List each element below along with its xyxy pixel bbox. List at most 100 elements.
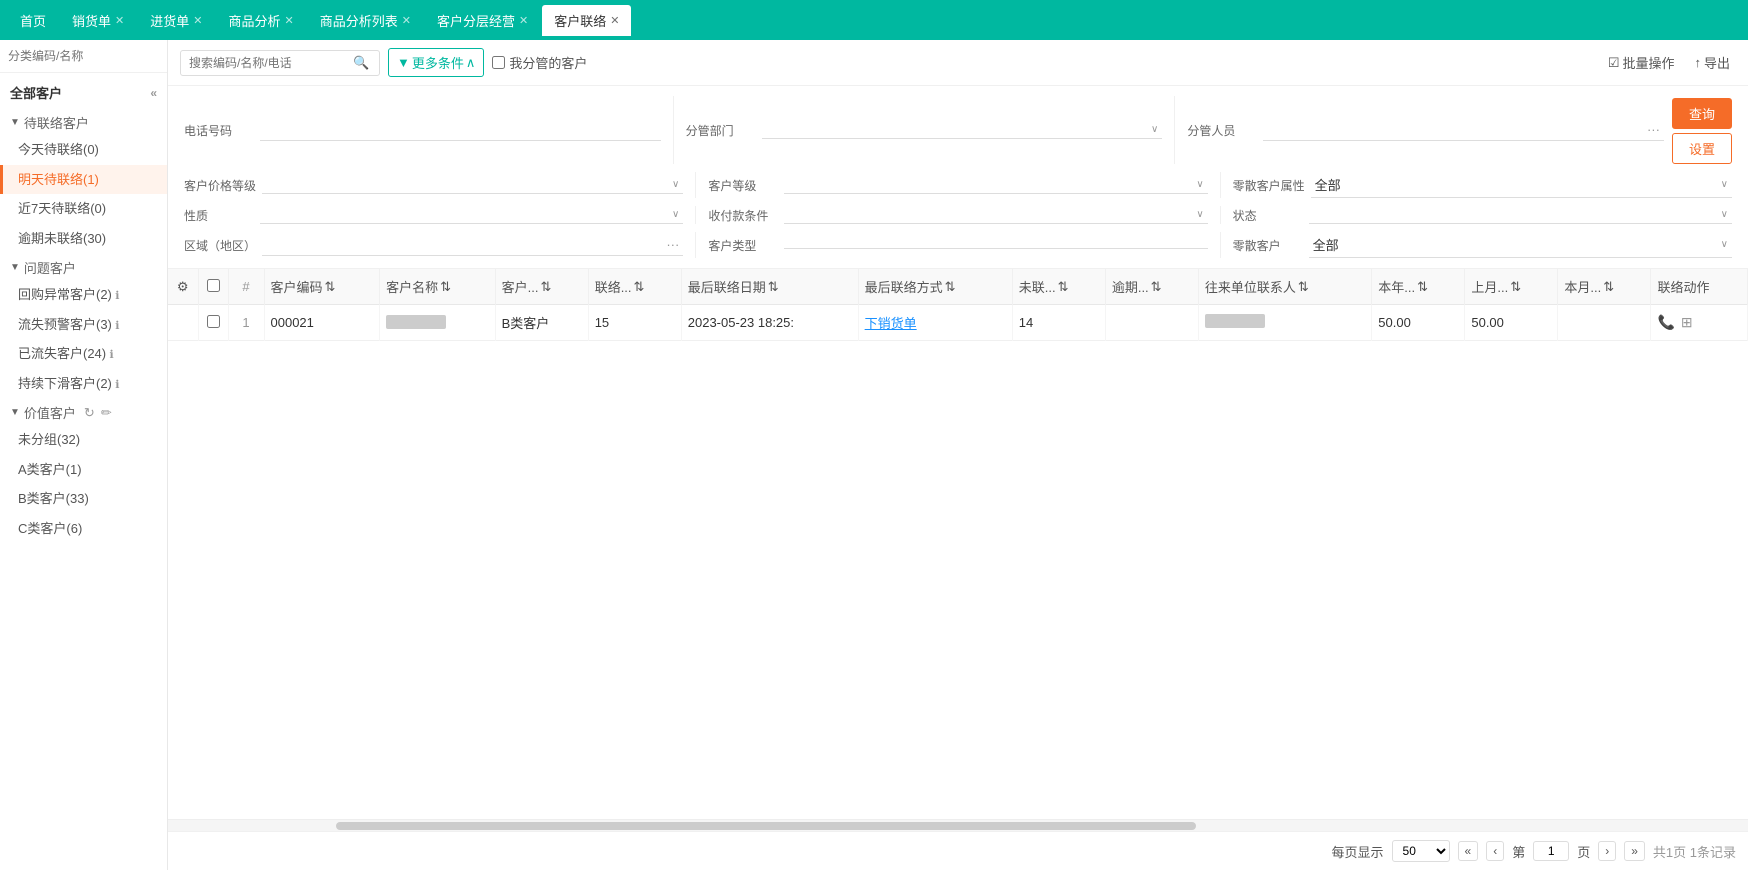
- value-refresh-icon[interactable]: ↻: [84, 405, 95, 421]
- sort-overdue-icon: ⇅: [1151, 279, 1162, 295]
- nav-home[interactable]: 首页: [8, 5, 58, 36]
- close-analysis-list-icon[interactable]: ✕: [402, 14, 411, 27]
- page-number-input[interactable]: [1533, 841, 1569, 861]
- col-code[interactable]: 客户编码 ⇅: [264, 269, 380, 305]
- col-last-method[interactable]: 最后联络方式 ⇅: [858, 269, 1012, 305]
- col-unit-contact[interactable]: 往来单位联系人 ⇅: [1198, 269, 1371, 305]
- sidebar-value-group[interactable]: ▼ 价值客户 ↻ ✏: [0, 398, 167, 425]
- sidebar-item-lost[interactable]: 已流失客户(24) ℹ: [0, 339, 167, 369]
- value-edit-icon[interactable]: ✏: [101, 405, 112, 421]
- nav-tab-purchase[interactable]: 进货单 ✕: [138, 5, 214, 36]
- sidebar-item-ungrouped[interactable]: 未分组(32): [0, 425, 167, 455]
- sort-unit-icon: ⇅: [1298, 279, 1309, 295]
- customer-name-blurred: Ea: [386, 315, 446, 329]
- query-button[interactable]: 查询: [1672, 98, 1732, 129]
- sidebar-item-tomorrow-contact[interactable]: 明天待联络(1): [0, 165, 167, 195]
- export-icon: ↑: [1694, 55, 1701, 70]
- sidebar-problem-group[interactable]: ▼ 问题客户: [0, 253, 167, 280]
- customer-type-field: 客户类型: [708, 237, 1207, 254]
- scrollbar-thumb[interactable]: [336, 822, 1196, 830]
- status-select[interactable]: ∨: [1309, 206, 1732, 224]
- export-button[interactable]: ↑ 导出: [1688, 49, 1736, 76]
- region-select[interactable]: ···: [262, 234, 683, 256]
- row-checkbox-cell: [198, 305, 228, 341]
- price-level-select[interactable]: ∨: [262, 176, 683, 194]
- col-last-month[interactable]: 上月... ⇅: [1465, 269, 1558, 305]
- batch-ops-button[interactable]: ☑ 批量操作: [1602, 49, 1681, 76]
- nav-tab-customer-contact[interactable]: 客户联络 ✕: [542, 5, 631, 36]
- payment-select[interactable]: ∨: [784, 206, 1207, 224]
- customer-level-select[interactable]: ∨: [784, 176, 1207, 194]
- sidebar-collapse-icon[interactable]: «: [150, 86, 157, 100]
- sidebar-pending-group[interactable]: ▼ 待联络客户: [0, 108, 167, 135]
- top-nav: 首页 销货单 ✕ 进货单 ✕ 商品分析 ✕ 商品分析列表 ✕ 客户分层经营 ✕ …: [0, 0, 1748, 40]
- pagination-bar: 每页显示 50 « ‹ 第 页 › » 共1页 1条记录: [168, 831, 1748, 870]
- close-sales-icon[interactable]: ✕: [115, 14, 124, 27]
- region-dots-icon[interactable]: ···: [666, 237, 679, 252]
- sidebar-item-a-class[interactable]: A类客户(1): [0, 455, 167, 485]
- person-select[interactable]: ···: [1263, 119, 1664, 141]
- select-all-checkbox[interactable]: [207, 279, 220, 292]
- nature-caret-icon: ∨: [672, 209, 679, 220]
- col-no-contact[interactable]: 未联... ⇅: [1012, 269, 1105, 305]
- phone-input[interactable]: [260, 120, 661, 141]
- grid-action-icon[interactable]: ⊞: [1681, 314, 1693, 331]
- my-customers-checkbox[interactable]: [492, 56, 505, 69]
- sidebar-item-today-contact[interactable]: 今天待联络(0): [0, 135, 167, 165]
- nav-tab-analysis[interactable]: 商品分析 ✕: [216, 5, 305, 36]
- col-this-month[interactable]: 本月... ⇅: [1558, 269, 1651, 305]
- nav-tab-customer-layer[interactable]: 客户分层经营 ✕: [425, 5, 540, 36]
- next-page-button[interactable]: ›: [1598, 841, 1616, 861]
- sidebar-item-continuous-down[interactable]: 持续下滑客户(2) ℹ: [0, 369, 167, 399]
- col-type[interactable]: 客户... ⇅: [495, 269, 588, 305]
- payment-caret-icon: ∨: [1196, 209, 1203, 220]
- filter-icon: ▼: [397, 55, 410, 70]
- filter-search-icon[interactable]: 🔍: [353, 55, 369, 71]
- row-this-year: 50.00: [1372, 305, 1465, 341]
- sidebar-item-b-class[interactable]: B类客户(33): [0, 484, 167, 514]
- phone-action-icon[interactable]: 📞: [1657, 314, 1674, 331]
- col-this-year[interactable]: 本年... ⇅: [1372, 269, 1465, 305]
- sidebar-search-input[interactable]: [8, 49, 163, 63]
- col-settings[interactable]: ⚙: [168, 269, 198, 305]
- retail-customer-select[interactable]: 全部 ∨: [1309, 232, 1732, 258]
- sort-date-icon: ⇅: [768, 279, 779, 295]
- more-conditions-button[interactable]: ▼ 更多条件 ∧: [388, 48, 484, 77]
- filter-search-input[interactable]: [189, 56, 349, 70]
- sidebar-item-lost-risk[interactable]: 流失预警客户(3) ℹ: [0, 310, 167, 340]
- last-page-button[interactable]: »: [1624, 841, 1645, 861]
- retail-attr-select[interactable]: 全部 ∨: [1311, 172, 1732, 198]
- close-customer-contact-icon[interactable]: ✕: [610, 14, 619, 27]
- nav-tab-analysis-list[interactable]: 商品分析列表 ✕: [308, 5, 423, 36]
- horizontal-scrollbar[interactable]: [168, 819, 1748, 831]
- customer-type-select[interactable]: [784, 242, 1207, 249]
- sidebar-item-overdue-contact[interactable]: 逾期未联络(30): [0, 224, 167, 254]
- pending-triangle-icon: ▼: [10, 117, 20, 128]
- sidebar-all-customers[interactable]: 全部客户 «: [0, 77, 167, 108]
- prev-page-button[interactable]: ‹: [1486, 841, 1504, 861]
- close-analysis-icon[interactable]: ✕: [285, 14, 294, 27]
- col-last-date[interactable]: 最后联络日期 ⇅: [681, 269, 858, 305]
- settings-button[interactable]: 设置: [1672, 133, 1732, 164]
- person-dots-icon[interactable]: ···: [1647, 122, 1660, 137]
- last-method-link[interactable]: 下销货单: [865, 316, 917, 331]
- row-checkbox[interactable]: [207, 315, 220, 328]
- col-contact[interactable]: 联络... ⇅: [588, 269, 681, 305]
- sort-year-icon: ⇅: [1417, 279, 1428, 295]
- value-triangle-icon: ▼: [10, 407, 20, 418]
- col-name[interactable]: 客户名称 ⇅: [380, 269, 496, 305]
- nav-tab-sales[interactable]: 销货单 ✕: [60, 5, 136, 36]
- sidebar-item-abnormal[interactable]: 回购异常客户(2) ℹ: [0, 280, 167, 310]
- sidebar-item-week-contact[interactable]: 近7天待联络(0): [0, 194, 167, 224]
- sidebar-item-c-class[interactable]: C类客户(6): [0, 514, 167, 544]
- close-customer-layer-icon[interactable]: ✕: [519, 14, 528, 27]
- per-page-select[interactable]: 50: [1392, 840, 1450, 862]
- nature-select[interactable]: ∨: [260, 206, 683, 224]
- first-page-button[interactable]: «: [1458, 841, 1479, 861]
- phone-field: 电话号码: [184, 120, 661, 141]
- my-customers-checkbox-area[interactable]: 我分管的客户: [492, 53, 587, 72]
- status-field: 状态 ∨: [1233, 206, 1732, 224]
- close-purchase-icon[interactable]: ✕: [193, 14, 202, 27]
- col-overdue[interactable]: 逾期... ⇅: [1105, 269, 1198, 305]
- dept-select[interactable]: ∨: [762, 121, 1163, 139]
